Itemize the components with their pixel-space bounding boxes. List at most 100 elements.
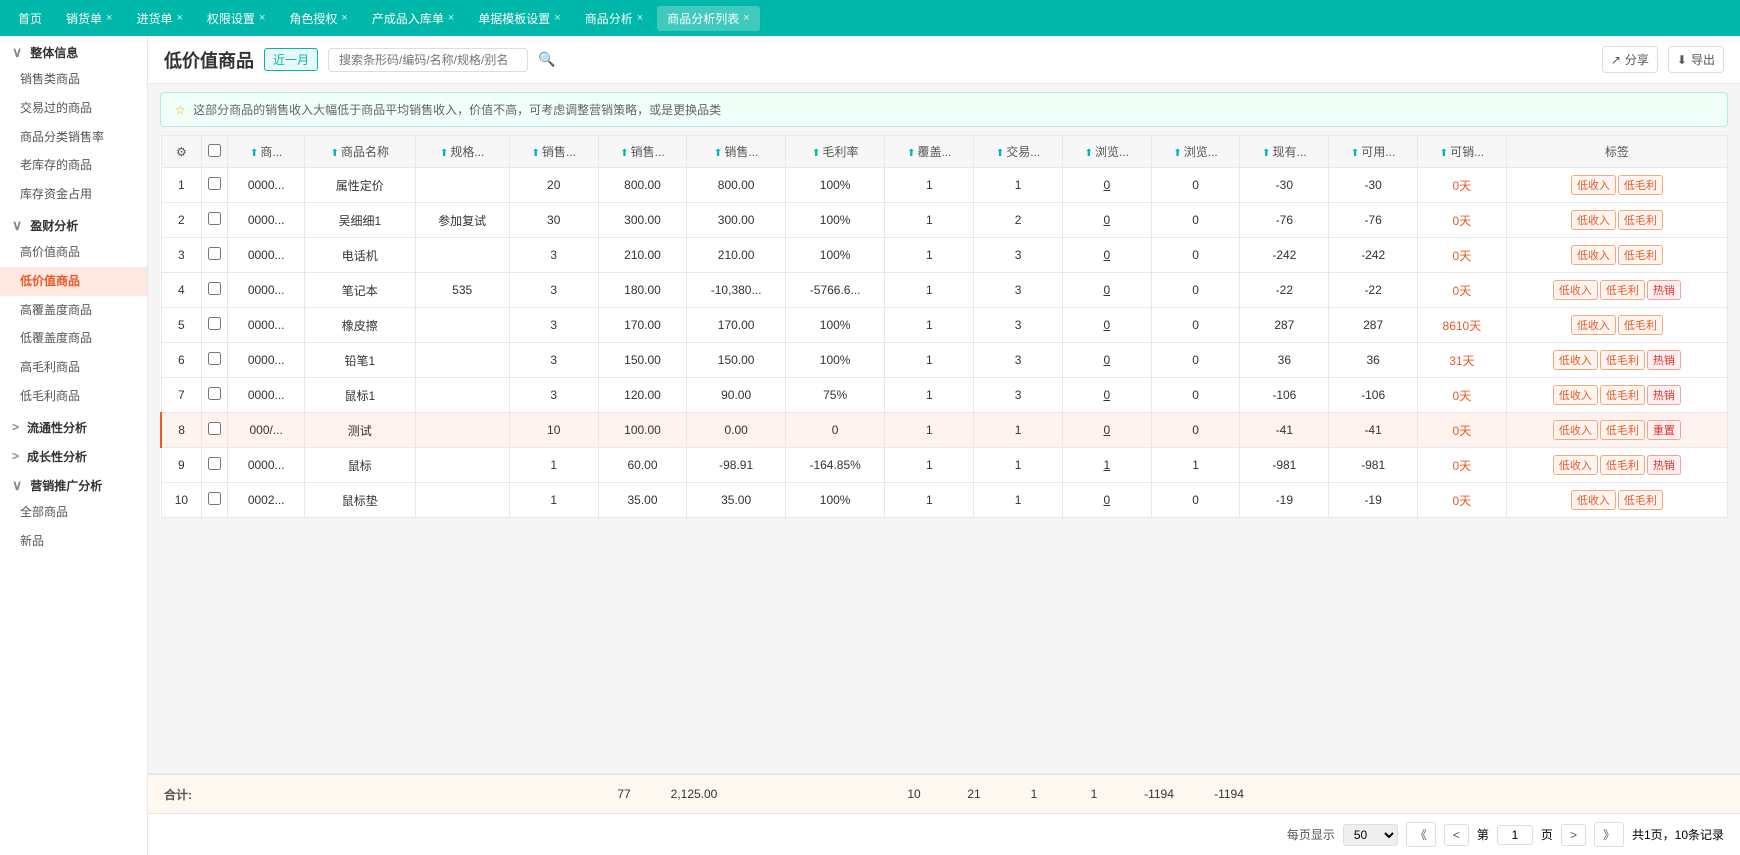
row-checkbox[interactable] [208, 387, 221, 400]
sidebar-group-overall[interactable]: ∨ 整体信息 [0, 36, 147, 65]
sidebar-group-marketing[interactable]: ∨ 营销推广分析 [0, 469, 147, 498]
sidebar-item-category-sales-rate[interactable]: 商品分类销售率 [0, 123, 147, 152]
row-checkbox[interactable] [208, 247, 221, 260]
col-sellable[interactable]: ⬆可销... [1418, 136, 1507, 168]
view-link[interactable]: 0 [1103, 353, 1110, 367]
next-page-button[interactable]: > [1561, 824, 1586, 846]
row-sales-amount: 170.00 [598, 308, 687, 343]
row-name: 属性定价 [305, 168, 415, 203]
sidebar-item-old-inventory[interactable]: 老库存的商品 [0, 151, 147, 180]
view-link[interactable]: 0 [1103, 423, 1110, 437]
row-sellable: 0天 [1418, 168, 1507, 203]
sidebar-item-sales-products[interactable]: 销售类商品 [0, 65, 147, 94]
view-link[interactable]: 0 [1103, 283, 1110, 297]
col-view1[interactable]: ⬆浏览... [1062, 136, 1151, 168]
row-checkbox[interactable] [208, 177, 221, 190]
col-settings[interactable]: ⚙ [161, 136, 202, 168]
row-checkbox[interactable] [208, 282, 221, 295]
col-spec[interactable]: ⬆规格... [415, 136, 509, 168]
nav-close-purchase-order[interactable]: × [176, 12, 182, 24]
nav-close-product-analysis[interactable]: × [637, 12, 643, 24]
row-coverage: 1 [885, 238, 974, 273]
row-sales-cost: 90.00 [687, 378, 786, 413]
row-checkbox[interactable] [208, 457, 221, 470]
view-link[interactable]: 0 [1103, 248, 1110, 262]
row-checkbox[interactable] [208, 317, 221, 330]
nav-close-permissions[interactable]: × [259, 12, 265, 24]
nav-sales-order[interactable]: 销货单 × [56, 6, 122, 31]
nav-purchase-order[interactable]: 进货单 × [126, 6, 192, 31]
nav-home[interactable]: 首页 [8, 6, 52, 31]
nav-product-inbound[interactable]: 产成品入库单 × [362, 6, 464, 31]
view-link[interactable]: 0 [1103, 388, 1110, 402]
collapse-icon-profit[interactable]: ∨ [12, 217, 22, 234]
select-all-checkbox[interactable] [208, 144, 221, 157]
sidebar-group-profit[interactable]: ∨ 盈财分析 [0, 209, 147, 238]
row-checkbox[interactable] [208, 492, 221, 505]
sidebar-item-new-products[interactable]: 新品 [0, 527, 147, 556]
nav-template-settings[interactable]: 单据模板设置 × [468, 6, 570, 31]
nav-close-sales-order[interactable]: × [106, 12, 112, 24]
col-current[interactable]: ⬆现有... [1240, 136, 1329, 168]
prev-page-button[interactable]: < [1444, 824, 1469, 846]
sidebar-group-growth[interactable]: > 成长性分析 [0, 440, 147, 469]
col-sales-qty[interactable]: ⬆销售... [509, 136, 598, 168]
nav-close-template-settings[interactable]: × [554, 12, 560, 24]
view-link[interactable]: 0 [1103, 493, 1110, 507]
sidebar-item-low-coverage[interactable]: 低覆盖度商品 [0, 324, 147, 353]
col-available[interactable]: ⬆可用... [1329, 136, 1418, 168]
collapse-icon-marketing[interactable]: ∨ [12, 477, 22, 494]
sidebar-item-all-products[interactable]: 全部商品 [0, 498, 147, 527]
tag: 热销 [1647, 350, 1681, 370]
row-checkbox[interactable] [208, 422, 221, 435]
col-sales-cost[interactable]: ⬆销售... [687, 136, 786, 168]
last-page-button[interactable]: 》 [1594, 822, 1624, 847]
row-spec [415, 308, 509, 343]
share-button[interactable]: ↗ 分享 [1602, 46, 1658, 73]
nav-product-analysis[interactable]: 商品分析 × [575, 6, 653, 31]
row-code: 0000... [228, 308, 305, 343]
first-page-button[interactable]: 《 [1406, 822, 1436, 847]
row-spec [415, 413, 509, 448]
row-sales-amount: 210.00 [598, 238, 687, 273]
row-checkbox[interactable] [208, 352, 221, 365]
time-badge[interactable]: 近一月 [264, 48, 318, 71]
sidebar-item-inventory-capital[interactable]: 库存资金占用 [0, 180, 147, 209]
view-link[interactable]: 1 [1103, 458, 1110, 472]
nav-permissions[interactable]: 权限设置 × [197, 6, 275, 31]
collapse-icon-overall[interactable]: ∨ [12, 44, 22, 61]
nav-product-analysis-list[interactable]: 商品分析列表 × [657, 6, 759, 31]
col-transaction[interactable]: ⬆交易... [974, 136, 1063, 168]
sidebar-item-traded-products[interactable]: 交易过的商品 [0, 94, 147, 123]
page-number-input[interactable] [1497, 825, 1533, 845]
search-icon[interactable]: 🔍 [538, 51, 555, 68]
view-link[interactable]: 0 [1103, 318, 1110, 332]
col-code[interactable]: ⬆商... [228, 136, 305, 168]
page-size-select[interactable]: 50 100 200 [1343, 824, 1398, 846]
col-name[interactable]: ⬆商品名称 [305, 136, 415, 168]
nav-close-product-analysis-list[interactable]: × [743, 12, 749, 24]
sidebar-item-high-value[interactable]: 高价值商品 [0, 238, 147, 267]
sidebar-item-high-coverage[interactable]: 高覆盖度商品 [0, 296, 147, 325]
col-view2[interactable]: ⬆浏览... [1151, 136, 1240, 168]
col-sales-amount[interactable]: ⬆销售... [598, 136, 687, 168]
sidebar-item-high-margin[interactable]: 高毛利商品 [0, 353, 147, 382]
row-checkbox[interactable] [208, 212, 221, 225]
col-coverage[interactable]: ⬆覆盖... [885, 136, 974, 168]
row-transaction: 2 [974, 203, 1063, 238]
col-gross-margin[interactable]: ⬆毛利率 [785, 136, 885, 168]
footer-available: -1194 [1194, 783, 1264, 805]
nav-close-role-auth[interactable]: × [341, 12, 347, 24]
sidebar-item-low-value[interactable]: 低价值商品 [0, 267, 147, 296]
sidebar-group-liquidity[interactable]: > 流通性分析 [0, 411, 147, 440]
export-button[interactable]: ⬇ 导出 [1668, 46, 1724, 73]
col-tags: 标签 [1506, 136, 1727, 168]
view-link[interactable]: 0 [1103, 178, 1110, 192]
nav-role-auth[interactable]: 角色授权 × [279, 6, 357, 31]
row-sales-qty: 3 [509, 343, 598, 378]
row-sales-qty: 20 [509, 168, 598, 203]
view-link[interactable]: 0 [1103, 213, 1110, 227]
sidebar-item-low-margin[interactable]: 低毛利商品 [0, 382, 147, 411]
nav-close-product-inbound[interactable]: × [448, 12, 454, 24]
search-input[interactable] [328, 48, 528, 72]
